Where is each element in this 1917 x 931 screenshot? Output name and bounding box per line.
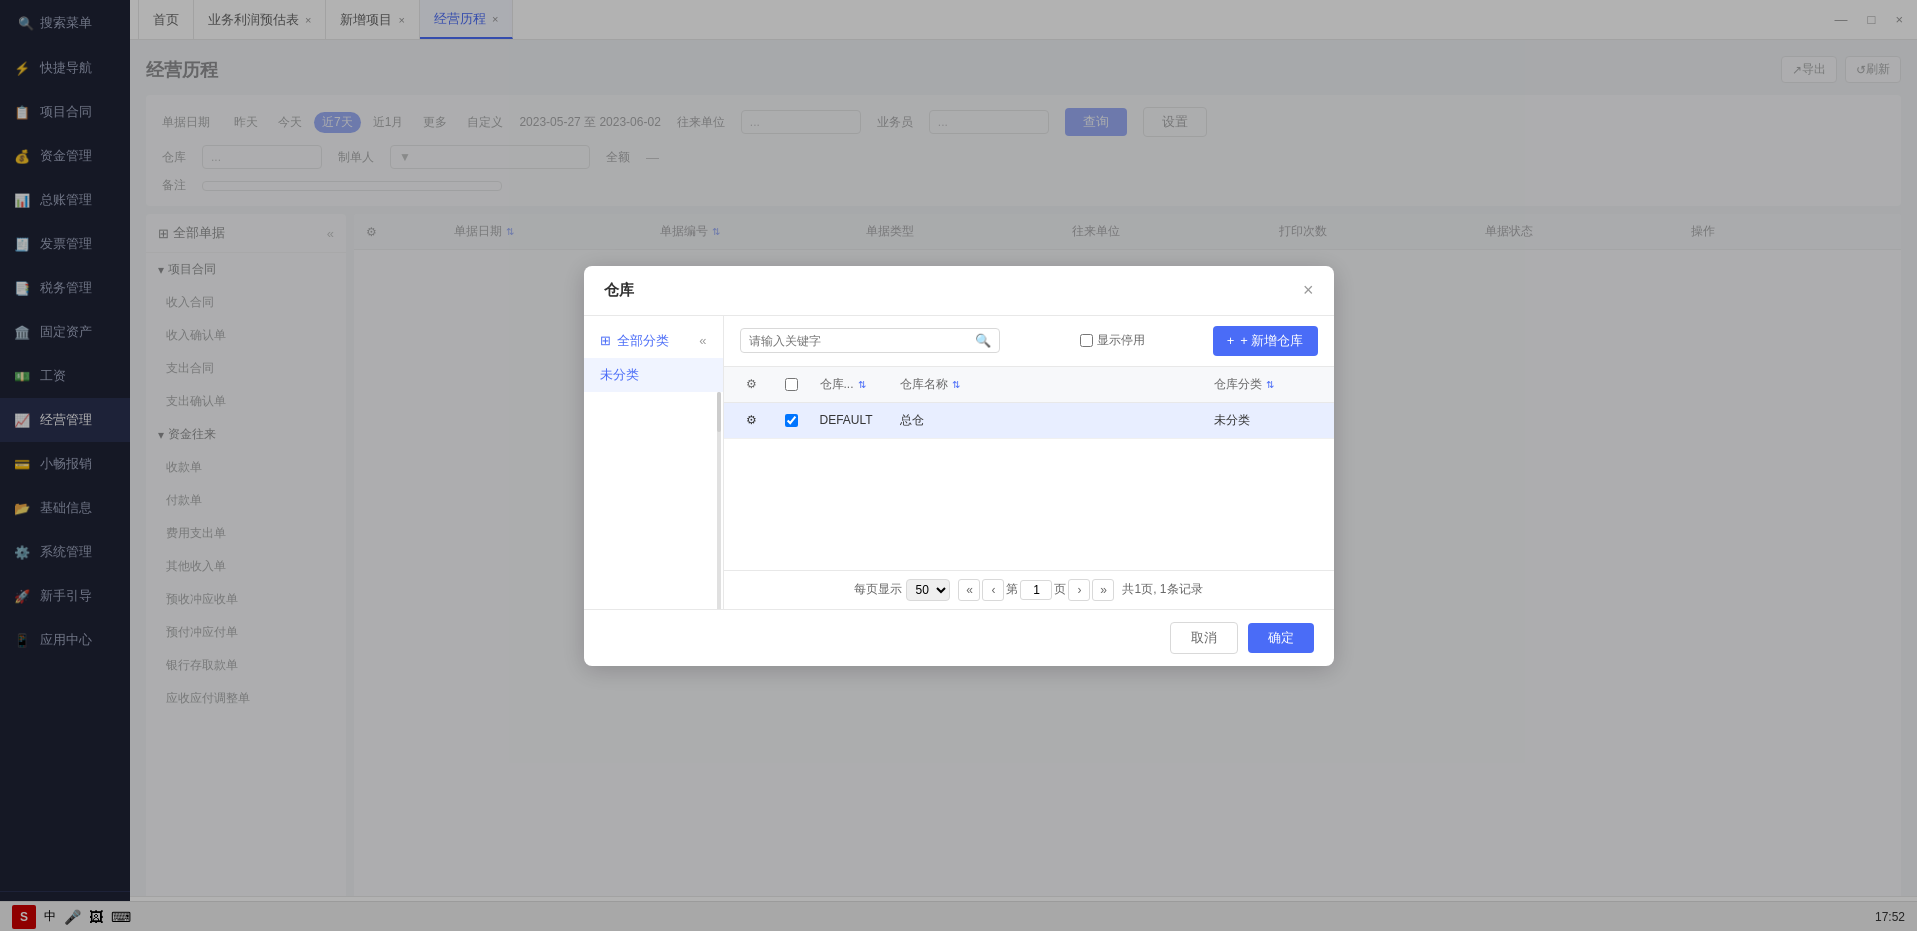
row-checkbox[interactable]: [785, 414, 798, 427]
add-warehouse-button[interactable]: + + 新增仓库: [1213, 326, 1318, 356]
show-disabled-label: 显示停用: [1097, 332, 1145, 349]
dialog-left-section-label: 全部分类: [617, 332, 669, 350]
dialog-prev-page-btn[interactable]: ‹: [982, 579, 1004, 601]
row-code-cell: DEFAULT: [812, 413, 892, 427]
select-all-checkbox[interactable]: [785, 378, 798, 391]
warehouse-dialog: 仓库 × ⊞ 全部分类 « 未分类: [584, 266, 1334, 666]
collapse-left-icon[interactable]: «: [699, 333, 706, 348]
dialog-header: 仓库 ×: [584, 266, 1334, 316]
dialog-search-input[interactable]: [749, 334, 971, 348]
row-checkbox-cell: [772, 414, 812, 427]
dialog-table-header: ⚙ 仓库... ⇅ 仓库名称 ⇅ 仓库分类 ⇅: [724, 367, 1334, 403]
th-warehouse-name: 仓库名称 ⇅: [892, 376, 1206, 393]
dialog-table-body: ⚙ DEFAULT 总仓 未分类: [724, 403, 1334, 570]
dialog-left-panel: ⊞ 全部分类 « 未分类: [584, 316, 724, 609]
dialog-title: 仓库: [604, 281, 634, 300]
th-settings: ⚙: [732, 377, 772, 391]
dialog-close-button[interactable]: ×: [1303, 280, 1314, 301]
confirm-button[interactable]: 确定: [1248, 623, 1314, 653]
show-disabled-input[interactable]: [1080, 334, 1093, 347]
dialog-overlay: 仓库 × ⊞ 全部分类 « 未分类: [0, 0, 1917, 931]
dialog-left-item-uncategorized[interactable]: 未分类: [584, 358, 723, 392]
th-warehouse-category: 仓库分类 ⇅: [1206, 376, 1326, 393]
table-row[interactable]: ⚙ DEFAULT 总仓 未分类: [724, 403, 1334, 439]
dialog-search[interactable]: 🔍: [740, 328, 1000, 353]
row-category-cell: 未分类: [1206, 412, 1326, 429]
cancel-button[interactable]: 取消: [1170, 622, 1238, 654]
dialog-total-info: 共1页, 1条记录: [1122, 581, 1202, 598]
show-disabled-checkbox[interactable]: 显示停用: [1080, 332, 1145, 349]
dialog-per-page-select[interactable]: 50: [906, 579, 950, 601]
dialog-page-nav: « ‹ 第 页 › »: [958, 579, 1114, 601]
dialog-left-header: ⊞ 全部分类 «: [584, 324, 723, 358]
th-checkbox: [772, 378, 812, 391]
dialog-last-page-btn[interactable]: »: [1092, 579, 1114, 601]
row-settings-cell: ⚙: [732, 413, 772, 427]
dialog-first-page-btn[interactable]: «: [958, 579, 980, 601]
all-category-icon: ⊞: [600, 333, 611, 348]
dialog-body: ⊞ 全部分类 « 未分类 🔍: [584, 316, 1334, 609]
search-icon: 🔍: [975, 333, 991, 348]
dialog-right-panel: 🔍 显示停用 + + 新增仓库 ⚙: [724, 316, 1334, 609]
dialog-page-input[interactable]: [1020, 580, 1052, 600]
uncategorized-label: 未分类: [600, 366, 639, 384]
add-icon: +: [1227, 333, 1235, 348]
th-warehouse-code: 仓库... ⇅: [812, 376, 892, 393]
dialog-footer-bar: 每页显示 50 « ‹ 第 页 › » 共1页, 1条记录: [724, 570, 1334, 609]
dialog-next-page-btn[interactable]: ›: [1068, 579, 1090, 601]
dialog-toolbar: 🔍 显示停用 + + 新增仓库: [724, 316, 1334, 367]
dialog-actions: 取消 确定: [584, 609, 1334, 666]
row-name-cell: 总仓: [892, 412, 1206, 429]
dialog-per-page: 每页显示 50: [854, 579, 950, 601]
